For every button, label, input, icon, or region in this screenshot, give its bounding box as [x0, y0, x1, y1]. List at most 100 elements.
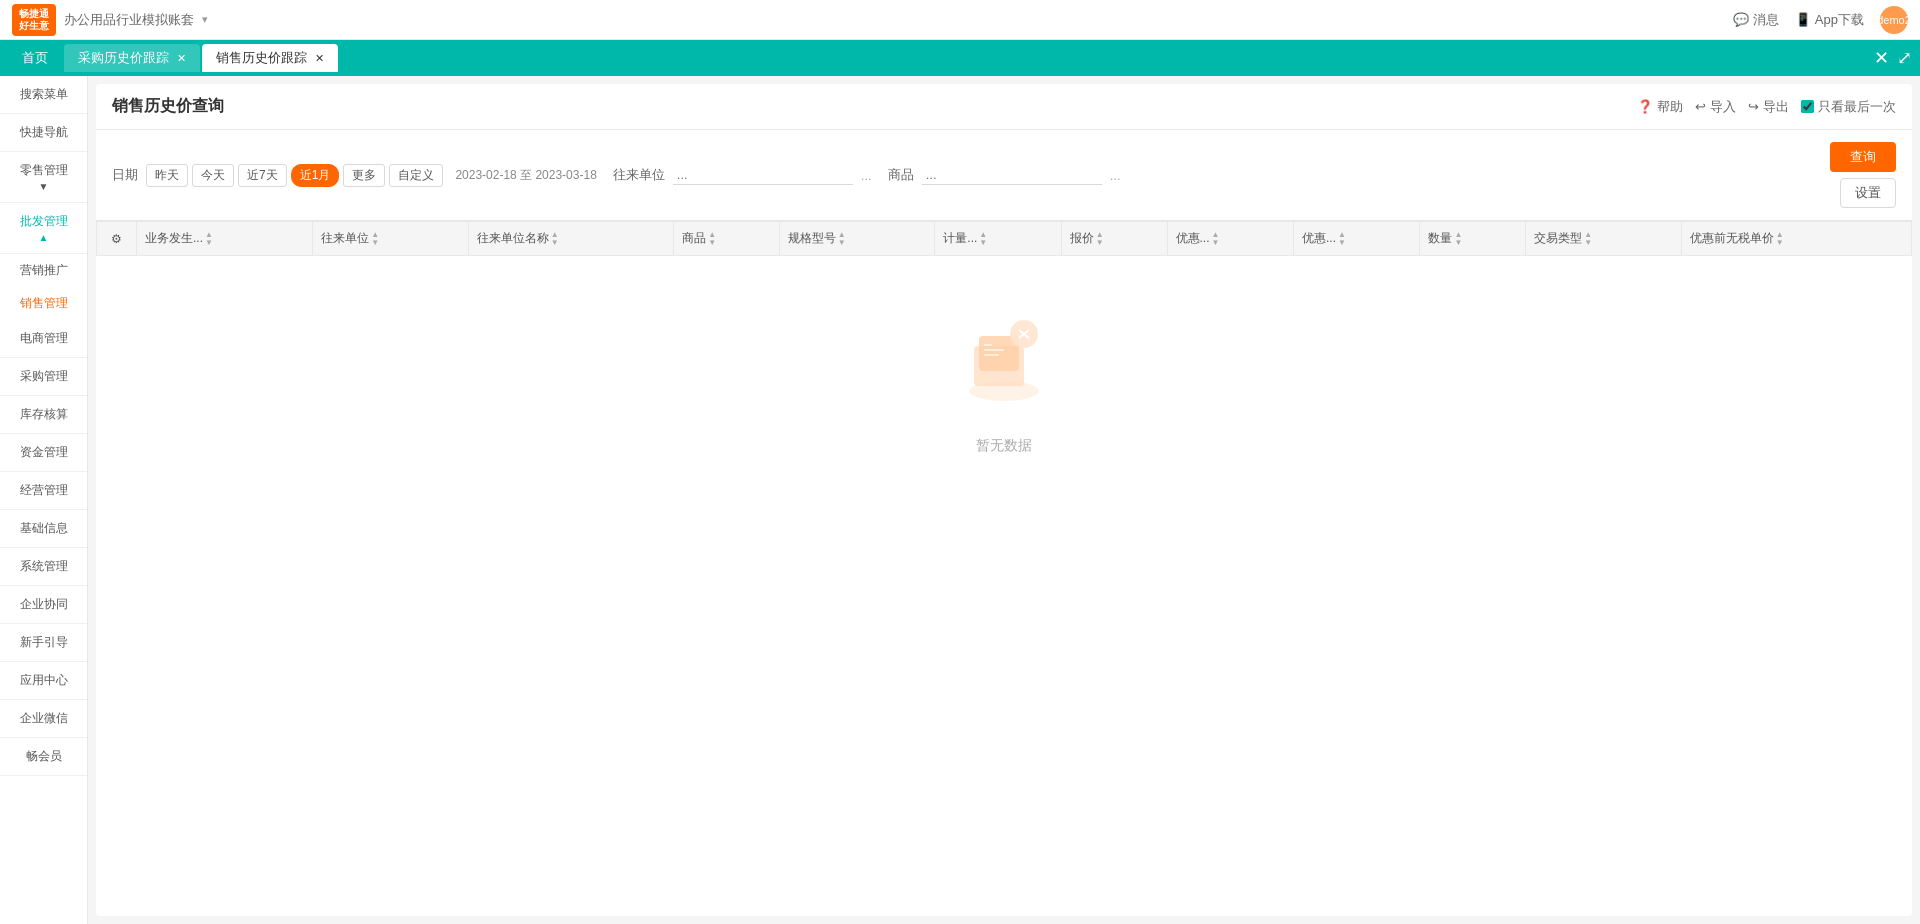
logo: 畅捷通好生意	[12, 4, 56, 36]
sidebar-wholesale-label: 批发管理	[20, 213, 68, 230]
sidebar-wholesale-arrow: ▲	[39, 232, 49, 243]
import-btn[interactable]: ↩ 导入	[1695, 98, 1736, 116]
partner-dots: ...	[861, 168, 872, 183]
col-unit-sort: ▲▼	[979, 231, 987, 247]
sidebar-item-wholesale[interactable]: 批发管理 ▲	[0, 203, 87, 254]
col-partnername-sort: ▲▼	[551, 231, 559, 247]
partner-label: 往来单位	[613, 166, 665, 184]
top-bar: 畅捷通好生意 办公用品行业模拟账套 ▾ 💬 消息 📱 App下载 demo2	[0, 0, 1920, 40]
product-input[interactable]	[922, 165, 1102, 185]
sidebar-item-apps[interactable]: 应用中心	[0, 662, 87, 700]
col-unit-header[interactable]: 计量... ▲▼	[935, 222, 1061, 256]
sidebar-item-retail[interactable]: 零售管理 ▼	[0, 152, 87, 203]
sidebar-retail-arrow: ▼	[39, 181, 49, 192]
col-date-header[interactable]: 业务发生... ▲▼	[137, 222, 313, 256]
product-label: 商品	[888, 166, 914, 184]
col-disc1-sort: ▲▼	[1212, 231, 1220, 247]
empty-state: 暂无数据	[96, 256, 1912, 515]
col-discount2-header[interactable]: 优惠... ▲▼	[1294, 222, 1420, 256]
sidebar-item-wechat[interactable]: 企业微信	[0, 700, 87, 738]
date-filter-group: 日期 昨天 今天 近7天 近1月 更多 自定义 2023-02-18 至 202…	[112, 164, 597, 187]
sidebar-item-search[interactable]: 搜索菜单	[0, 76, 87, 114]
page-container: 销售历史价查询 ❓ 帮助 ↩ 导入 ↪ 导出 只看最后一次 日期 昨天	[96, 84, 1912, 916]
table-header-row: ⚙ 业务发生... ▲▼ 往来单位 ▲▼	[97, 222, 1912, 256]
product-filter-group: 商品 ...	[888, 165, 1121, 185]
svg-rect-7	[984, 349, 1004, 351]
query-button[interactable]: 查询	[1830, 142, 1896, 172]
sidebar-item-ecommerce[interactable]: 电商管理	[0, 320, 87, 358]
col-pretax-header[interactable]: 优惠前无税单价 ▲▼	[1681, 222, 1911, 256]
data-table: ⚙ 业务发生... ▲▼ 往来单位 ▲▼	[96, 221, 1912, 256]
col-quote-sort: ▲▼	[1096, 231, 1104, 247]
col-disc2-sort: ▲▼	[1338, 231, 1346, 247]
col-quote-header[interactable]: 报价 ▲▼	[1061, 222, 1167, 256]
date-btn-custom[interactable]: 自定义	[389, 164, 443, 187]
col-type-header[interactable]: 交易类型 ▲▼	[1526, 222, 1682, 256]
sidebar-item-guide[interactable]: 新手引导	[0, 624, 87, 662]
date-btn-7days[interactable]: 近7天	[238, 164, 287, 187]
sidebar-item-inventory[interactable]: 库存核算	[0, 396, 87, 434]
expand-btn[interactable]: ⤢	[1897, 49, 1912, 67]
date-btn-1month[interactable]: 近1月	[291, 164, 340, 187]
sidebar-item-finance[interactable]: 资金管理	[0, 434, 87, 472]
col-product-header[interactable]: 商品 ▲▼	[674, 222, 780, 256]
col-date-sort: ▲▼	[205, 231, 213, 247]
sidebar-item-purchase[interactable]: 采购管理	[0, 358, 87, 396]
tab-bar: 首页 采购历史价跟踪 ✕ 销售历史价跟踪 ✕ ✕ ⤢	[0, 40, 1920, 76]
col-partner-name-header[interactable]: 往来单位名称 ▲▼	[468, 222, 673, 256]
message-btn[interactable]: 💬 消息	[1733, 11, 1779, 29]
date-buttons: 昨天 今天 近7天 近1月 更多 自定义	[146, 164, 443, 187]
tab-sales-close[interactable]: ✕	[315, 52, 324, 65]
empty-text: 暂无数据	[976, 437, 1032, 455]
sidebar-item-basic[interactable]: 基础信息	[0, 510, 87, 548]
date-btn-today[interactable]: 今天	[192, 164, 234, 187]
tab-purchase-close[interactable]: ✕	[177, 52, 186, 65]
sidebar-nav-label: 快捷导航	[20, 124, 68, 141]
partner-filter-group: 往来单位 ...	[613, 165, 872, 185]
app-download-btn[interactable]: 📱 App下载	[1795, 11, 1864, 29]
product-dots: ...	[1110, 168, 1121, 183]
app-title-dropdown[interactable]: ▾	[202, 13, 208, 26]
filter-actions: 查询 设置	[1830, 142, 1896, 208]
svg-rect-6	[984, 344, 992, 346]
sidebar-item-marketing[interactable]: 营销推广	[0, 254, 87, 287]
last-only-checkbox-label[interactable]: 只看最后一次	[1801, 98, 1896, 116]
col-product-sort: ▲▼	[708, 231, 716, 247]
help-btn[interactable]: ❓ 帮助	[1637, 98, 1683, 116]
sidebar-item-nav[interactable]: 快捷导航	[0, 114, 87, 152]
settings-button[interactable]: 设置	[1840, 178, 1896, 208]
page-title: 销售历史价查询	[112, 96, 224, 117]
col-qty-sort: ▲▼	[1454, 231, 1462, 247]
partner-input[interactable]	[673, 165, 853, 185]
user-menu[interactable]: demo2	[1880, 6, 1908, 34]
tab-home[interactable]: 首页	[8, 44, 62, 72]
col-qty-header[interactable]: 数量 ▲▼	[1420, 222, 1526, 256]
tab-purchase[interactable]: 采购历史价跟踪 ✕	[64, 44, 200, 72]
sidebar: 搜索菜单 快捷导航 零售管理 ▼ 批发管理 ▲ 营销推广 销售管理 电商管理 采…	[0, 76, 88, 924]
svg-rect-8	[984, 354, 999, 356]
col-partner-sort: ▲▼	[371, 231, 379, 247]
sidebar-item-sales-mgmt[interactable]: 销售管理	[0, 287, 87, 320]
col-spec-header[interactable]: 规格型号 ▲▼	[779, 222, 935, 256]
sidebar-item-collab[interactable]: 企业协同	[0, 586, 87, 624]
sidebar-item-operations[interactable]: 经营管理	[0, 472, 87, 510]
tab-sales[interactable]: 销售历史价跟踪 ✕	[202, 44, 338, 72]
tab-actions: ✕ ⤢	[1874, 49, 1912, 67]
col-discount1-header[interactable]: 优惠... ▲▼	[1167, 222, 1293, 256]
date-btn-more[interactable]: 更多	[343, 164, 385, 187]
date-btn-yesterday[interactable]: 昨天	[146, 164, 188, 187]
sidebar-item-member[interactable]: 畅会员	[0, 738, 87, 776]
export-btn[interactable]: ↪ 导出	[1748, 98, 1789, 116]
sidebar-item-system[interactable]: 系统管理	[0, 548, 87, 586]
last-only-checkbox[interactable]	[1801, 100, 1814, 113]
close-all-tabs-btn[interactable]: ✕	[1874, 49, 1889, 67]
logo-text: 畅捷通好生意	[19, 8, 49, 32]
sidebar-search-label: 搜索菜单	[20, 86, 68, 103]
col-type-sort: ▲▼	[1584, 231, 1592, 247]
page-header: 销售历史价查询 ❓ 帮助 ↩ 导入 ↪ 导出 只看最后一次	[96, 84, 1912, 130]
sidebar-retail-label: 零售管理	[20, 162, 68, 179]
main-layout: 搜索菜单 快捷导航 零售管理 ▼ 批发管理 ▲ 营销推广 销售管理 电商管理 采…	[0, 76, 1920, 924]
col-settings-header[interactable]: ⚙	[97, 222, 137, 256]
col-partner-code-header[interactable]: 往来单位 ▲▼	[313, 222, 469, 256]
avatar: demo2	[1880, 6, 1908, 34]
